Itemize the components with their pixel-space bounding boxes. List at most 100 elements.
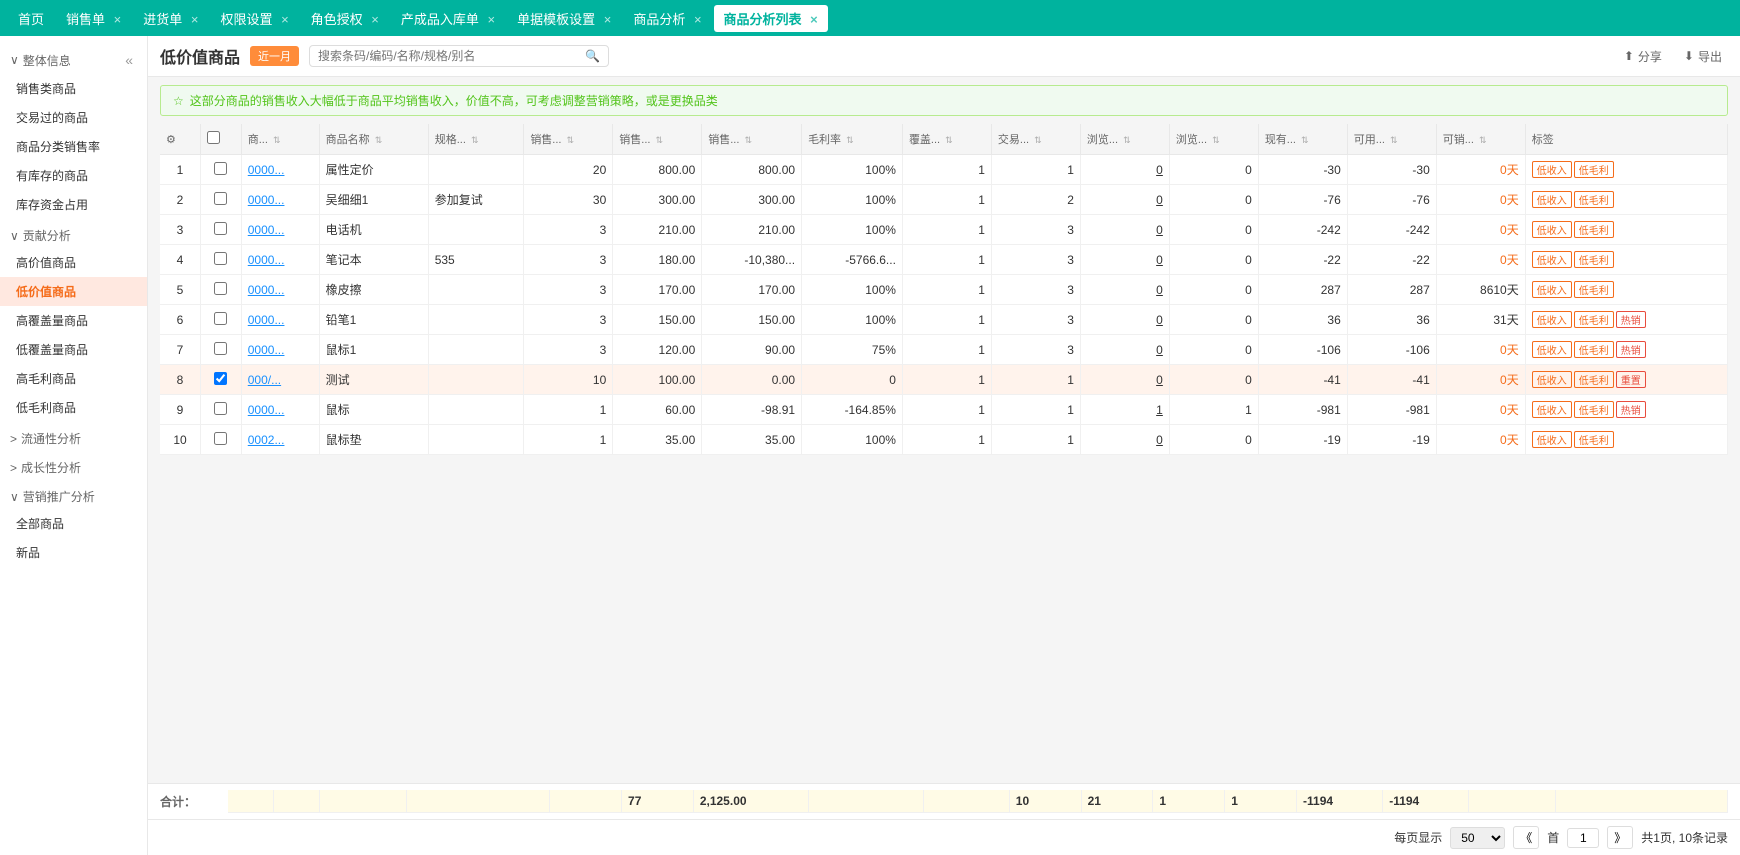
sidebar-item-high-coverage[interactable]: 高覆盖量商品 [0, 306, 147, 335]
row-tags: 低收入低毛利热销 [1525, 395, 1727, 425]
row-checkbox[interactable] [214, 432, 227, 445]
row-views1[interactable]: 0 [1080, 425, 1169, 455]
row-checkbox[interactable] [214, 222, 227, 235]
sidebar-section-circulation[interactable]: > 流通性分析 [0, 422, 147, 451]
next-page-btn[interactable]: 》 [1607, 826, 1633, 849]
row-checkbox[interactable] [214, 312, 227, 325]
search-icon[interactable]: 🔍 [585, 49, 600, 63]
row-saleable: 0天 [1436, 395, 1525, 425]
col-settings[interactable]: ⚙ [160, 124, 201, 155]
row-coverage: 1 [902, 185, 991, 215]
sidebar-item-sales-products[interactable]: 销售类商品 [0, 74, 147, 103]
share-icon: ⬆ [1624, 49, 1634, 63]
first-page-btn[interactable]: 《 [1513, 826, 1539, 849]
row-num: 4 [160, 245, 201, 275]
nav-home[interactable]: 首页 [8, 5, 54, 32]
page-size-select[interactable]: 50 100 200 [1450, 827, 1505, 849]
row-checkbox[interactable] [214, 252, 227, 265]
sidebar-item-category-sales[interactable]: 商品分类销售率 [0, 132, 147, 161]
sidebar-item-low-margin[interactable]: 低毛利商品 [0, 393, 147, 422]
sidebar-item-low-value[interactable]: 低价值商品 [0, 277, 147, 306]
row-name: 属性定价 [319, 155, 428, 185]
row-views2: 0 [1169, 425, 1258, 455]
row-sale-amount: 60.00 [613, 395, 702, 425]
row-name: 鼠标1 [319, 335, 428, 365]
col-views1: 浏览... ⇅ [1080, 124, 1169, 155]
sidebar-item-stock-capital[interactable]: 库存资金占用 [0, 190, 147, 219]
row-views2: 0 [1169, 365, 1258, 395]
row-available-stock: -19 [1347, 425, 1436, 455]
row-views1[interactable]: 0 [1080, 335, 1169, 365]
current-page-input[interactable] [1567, 828, 1599, 848]
product-tag: 低收入 [1532, 341, 1572, 358]
col-sale-amount: 销售... ⇅ [613, 124, 702, 155]
sidebar-section-overall[interactable]: ∨ 整体信息 « [0, 42, 147, 74]
row-views1[interactable]: 0 [1080, 215, 1169, 245]
row-views1[interactable]: 1 [1080, 395, 1169, 425]
row-views1[interactable]: 0 [1080, 305, 1169, 335]
row-checkbox-cell[interactable] [201, 185, 242, 215]
row-views1[interactable]: 0 [1080, 245, 1169, 275]
nav-product-in[interactable]: 产成品入库单 × [391, 5, 505, 32]
row-name: 鼠标 [319, 395, 428, 425]
sidebar-item-new-products[interactable]: 新品 [0, 538, 147, 567]
row-sale-qty: 30 [524, 185, 613, 215]
row-sale-profit: -98.91 [702, 395, 802, 425]
row-checkbox[interactable] [214, 282, 227, 295]
row-sale-profit: 35.00 [702, 425, 802, 455]
nav-analysis[interactable]: 商品分析 × [623, 5, 711, 32]
row-code: 0000... [241, 215, 319, 245]
row-current-stock: 287 [1258, 275, 1347, 305]
nav-permissions[interactable]: 权限设置 × [210, 5, 298, 32]
row-views1[interactable]: 0 [1080, 275, 1169, 305]
row-sale-amount: 170.00 [613, 275, 702, 305]
time-range-tag[interactable]: 近一月 [250, 46, 299, 66]
row-checkbox-cell[interactable] [201, 365, 242, 395]
row-checkbox-cell[interactable] [201, 305, 242, 335]
sidebar-collapse-overall[interactable]: « [121, 50, 137, 70]
row-margin: -5766.6... [802, 245, 903, 275]
nav-purchase[interactable]: 进货单 × [133, 5, 208, 32]
row-checkbox-cell[interactable] [201, 425, 242, 455]
content-area: 低价值商品 近一月 🔍 ⬆ 分享 ⬇ 导出 ☆ 这部分商品的销售收入大幅低于商品… [148, 36, 1740, 855]
nav-analysis-list[interactable]: 商品分析列表 × [714, 5, 828, 32]
total-views2: 1 [1225, 790, 1297, 813]
sidebar-item-high-margin[interactable]: 高毛利商品 [0, 364, 147, 393]
nav-roles[interactable]: 角色授权 × [301, 5, 389, 32]
sidebar-section-marketing[interactable]: ∨ 营销推广分析 [0, 480, 147, 509]
row-checkbox-cell[interactable] [201, 335, 242, 365]
select-all-checkbox[interactable] [207, 131, 220, 144]
search-input[interactable] [318, 49, 580, 63]
row-sale-qty: 3 [524, 305, 613, 335]
row-views1[interactable]: 0 [1080, 365, 1169, 395]
row-views1[interactable]: 0 [1080, 155, 1169, 185]
nav-sales[interactable]: 销售单 × [56, 5, 131, 32]
row-transactions: 3 [991, 245, 1080, 275]
sidebar-item-low-coverage[interactable]: 低覆盖量商品 [0, 335, 147, 364]
row-current-stock: -242 [1258, 215, 1347, 245]
total-sale-qty: 77 [622, 790, 694, 813]
row-checkbox-cell[interactable] [201, 245, 242, 275]
sidebar-item-all-products[interactable]: 全部商品 [0, 509, 147, 538]
row-checkbox[interactable] [214, 372, 227, 385]
row-checkbox[interactable] [214, 162, 227, 175]
nav-template[interactable]: 单据模板设置 × [507, 5, 621, 32]
row-checkbox-cell[interactable] [201, 155, 242, 185]
row-checkbox[interactable] [214, 402, 227, 415]
sidebar-item-high-value[interactable]: 高价值商品 [0, 248, 147, 277]
row-margin: 100% [802, 275, 903, 305]
sidebar-section-growth[interactable]: > 成长性分析 [0, 451, 147, 480]
alert-text: 这部分商品的销售收入大幅低于商品平均销售收入，价值不高，可考虑调整营销策略，或是… [190, 92, 718, 109]
row-checkbox[interactable] [214, 192, 227, 205]
row-views1[interactable]: 0 [1080, 185, 1169, 215]
row-checkbox[interactable] [214, 342, 227, 355]
export-button[interactable]: ⬇ 导出 [1678, 45, 1728, 68]
row-checkbox-cell[interactable] [201, 215, 242, 245]
sidebar-item-stock-products[interactable]: 有库存的商品 [0, 161, 147, 190]
sidebar-item-traded-products[interactable]: 交易过的商品 [0, 103, 147, 132]
product-tag: 热销 [1616, 401, 1646, 418]
row-checkbox-cell[interactable] [201, 395, 242, 425]
row-checkbox-cell[interactable] [201, 275, 242, 305]
share-button[interactable]: ⬆ 分享 [1618, 45, 1668, 68]
sidebar-section-contribution[interactable]: ∨ 贡献分析 [0, 219, 147, 248]
